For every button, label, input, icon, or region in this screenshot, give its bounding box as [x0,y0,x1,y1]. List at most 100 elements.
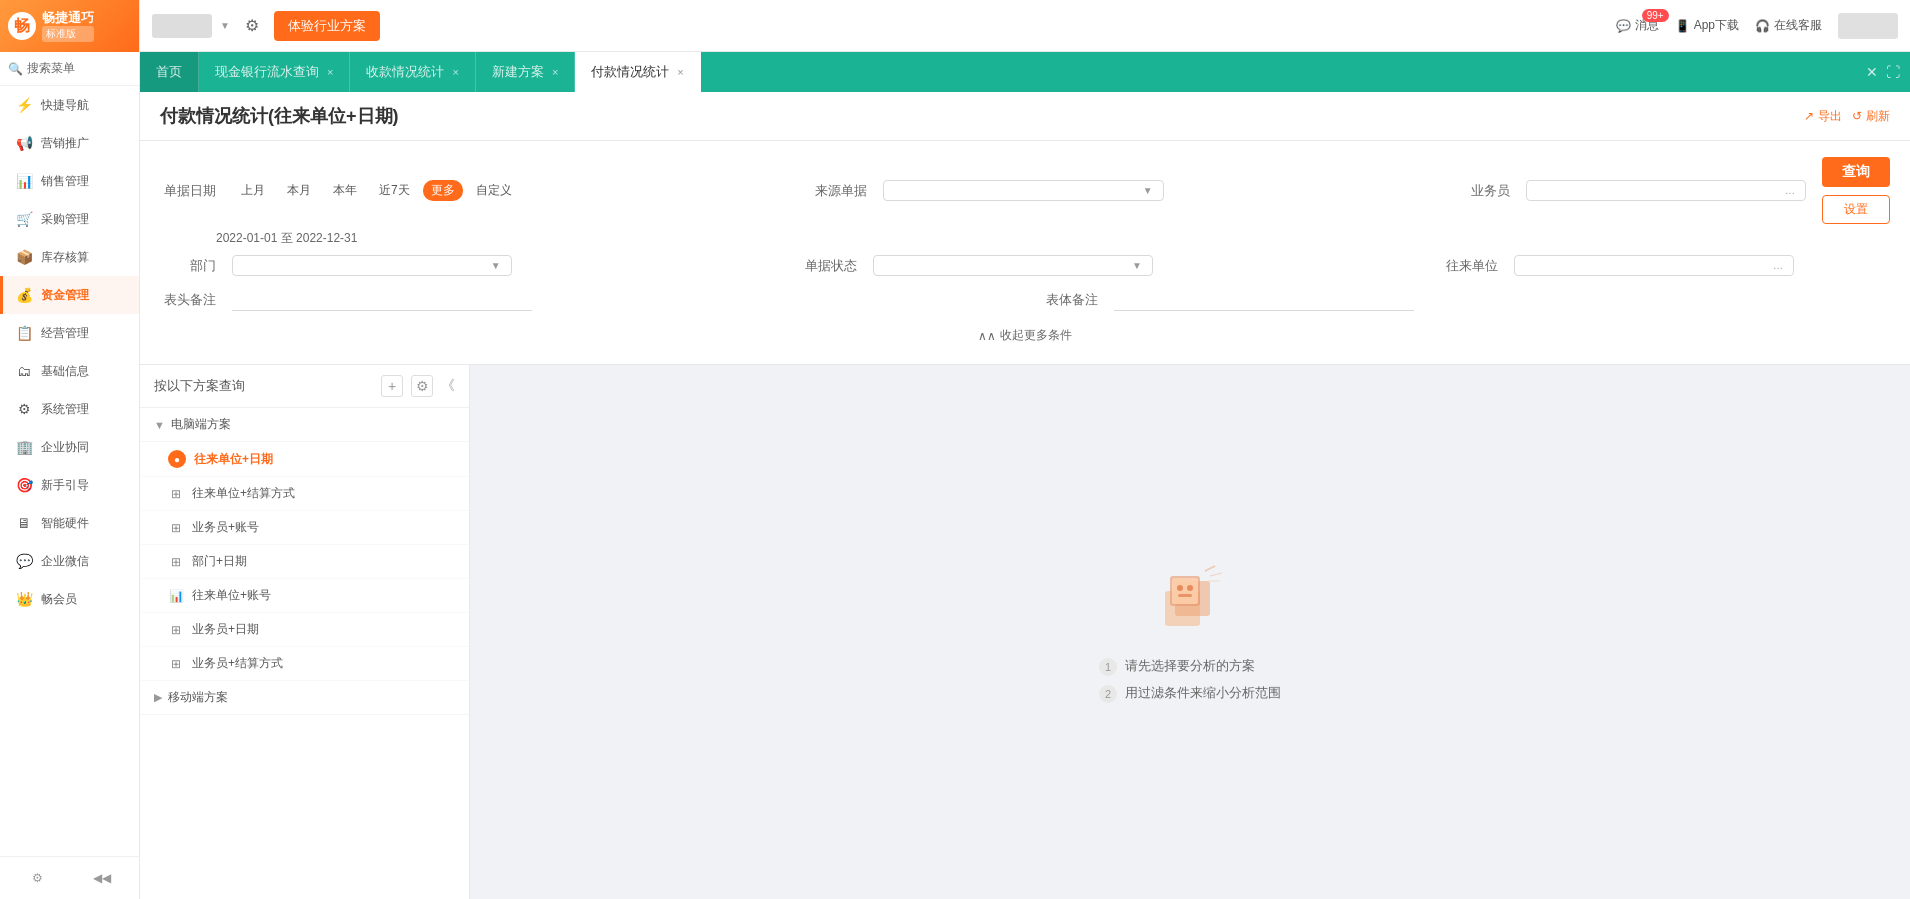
sidebar-nav: ⚡ 快捷导航 📢 营销推广 📊 销售管理 🛒 采购管理 📦 库存核算 💰 资金管… [0,86,139,856]
tabbar: 首页 现金银行流水查询 × 收款情况统计 × 新建方案 × 付款情况统计 × ✕… [140,52,1910,92]
sidebar-item-operations[interactable]: 📋 经营管理 [0,314,139,352]
date-btn-this-month[interactable]: 本月 [278,179,320,202]
filter-row-3: 表头备注 表体备注 [160,288,1890,311]
tab-close-all-icon[interactable]: ✕ [1866,64,1878,80]
service-icon: 🎧 [1755,19,1770,33]
user-avatar [152,14,212,38]
smart-hw-icon: 🖥 [15,514,33,532]
sidebar-item-label: 基础信息 [41,363,89,380]
scheme-item-salesperson-account[interactable]: ⊞ 业务员+账号 [140,511,469,545]
sidebar-item-smart-hw[interactable]: 🖥 智能硬件 [0,504,139,542]
export-btn[interactable]: ↗ 导出 [1804,108,1842,125]
topbar-gear-btn[interactable]: ⚙ [238,12,266,40]
sidebar-item-weixin[interactable]: 💬 企业微信 [0,542,139,580]
setting-btn[interactable]: 设置 [1822,195,1890,224]
query-area: 查询 设置 [1822,157,1890,224]
sidebar-item-basic-info[interactable]: 🗂 基础信息 [0,352,139,390]
panel-collapse-btn[interactable]: 《 [441,377,455,395]
date-btn-last-month[interactable]: 上月 [232,179,274,202]
sidebar-item-label: 智能硬件 [41,515,89,532]
salesperson-label: 业务员 [1454,182,1510,200]
mobile-scheme-group-title[interactable]: ▶ 移动端方案 [140,681,469,715]
sidebar-item-membership[interactable]: 👑 畅会员 [0,580,139,618]
svg-point-4 [1177,585,1183,591]
topbar-chevron-icon[interactable]: ▼ [220,20,230,31]
sidebar-item-enterprise[interactable]: 🏢 企业协同 [0,428,139,466]
sidebar-item-quick-nav[interactable]: ⚡ 快捷导航 [0,86,139,124]
date-btn-more[interactable]: 更多 [423,180,463,201]
tab-payment-stats-close[interactable]: × [677,66,683,78]
content-area: 付款情况统计(往来单位+日期) ↗ 导出 ↺ 刷新 单据日期 上月 本月 [140,92,1910,899]
sidebar-footer: ⚙ ◀◀ [0,856,139,899]
sidebar-collapse-btn[interactable]: ◀◀ [73,865,132,891]
settings-scheme-btn[interactable]: ⚙ [411,375,433,397]
counterparty-select[interactable]: … [1514,255,1794,276]
tab-home[interactable]: 首页 [140,52,199,92]
query-btn[interactable]: 查询 [1822,157,1890,187]
scheme-item-salesperson-date[interactable]: ⊞ 业务员+日期 [140,613,469,647]
tab-new-scheme-close[interactable]: × [552,66,558,78]
sidebar-item-inventory[interactable]: 📦 库存核算 [0,238,139,276]
page-header-actions: ↗ 导出 ↺ 刷新 [1804,108,1890,125]
body-note-input[interactable] [1114,288,1414,311]
header-note-input[interactable] [232,288,532,311]
table-scheme-icon: ⊞ [168,656,184,672]
refresh-icon: ↺ [1852,109,1862,123]
scheme-item-counterparty-account[interactable]: 📊 往来单位+账号 [140,579,469,613]
svg-line-8 [1210,573,1222,576]
scheme-item-salesperson-settlement[interactable]: ⊞ 业务员+结算方式 [140,647,469,681]
gear-icon: ⚙ [245,16,259,35]
scheme-item-counterparty-settlement[interactable]: ⊞ 往来单位+结算方式 [140,477,469,511]
online-service-btn[interactable]: 🎧 在线客服 [1755,17,1822,34]
sidebar-settings-btn[interactable]: ⚙ [8,865,67,891]
header-note-label: 表头备注 [160,291,216,309]
date-label: 单据日期 [160,182,216,200]
collapse-more-btn[interactable]: ∧∧ 收起更多条件 [968,323,1082,348]
sidebar-item-label: 营销推广 [41,135,89,152]
sidebar-item-finance[interactable]: 💰 资金管理 [0,276,139,314]
collapse-up-icon: ∧∧ [978,329,996,343]
salesperson-select[interactable]: … [1526,180,1806,201]
collapse-label: 收起更多条件 [1000,327,1072,344]
topbar: ▼ ⚙ 体验行业方案 💬 消息 99+ 📱 App下载 🎧 在线客服 [140,0,1910,52]
topbar-user-info[interactable] [1838,13,1898,39]
scheme-item-dept-date[interactable]: ⊞ 部门+日期 [140,545,469,579]
tab-receipt-stats-close[interactable]: × [452,66,458,78]
date-btn-this-year[interactable]: 本年 [324,179,366,202]
scheme-label: 部门+日期 [192,553,247,570]
tab-bank-flow[interactable]: 现金银行流水查询 × [199,52,350,92]
trial-btn[interactable]: 体验行业方案 [274,11,380,41]
tab-payment-stats[interactable]: 付款情况统计 × [575,52,700,92]
topbar-user [152,14,212,38]
tip-num-2: 2 [1099,685,1117,703]
filter-panel: 单据日期 上月 本月 本年 近7天 更多 自定义 来源单据 ▼ 业务员 [140,141,1910,365]
table-scheme-icon: ⊞ [168,622,184,638]
date-btn-7days[interactable]: 近7天 [370,179,419,202]
operations-icon: 📋 [15,324,33,342]
tab-bank-flow-close[interactable]: × [327,66,333,78]
source-doc-select[interactable]: ▼ [883,180,1163,201]
pc-scheme-group-title[interactable]: ▼ 电脑端方案 [140,408,469,442]
sidebar-item-label: 库存核算 [41,249,89,266]
sidebar-item-label: 企业协同 [41,439,89,456]
body-area: 按以下方案查询 + ⚙ 《 ▼ 电脑端方案 ● 往来单位+日期 [140,365,1910,899]
app-download-btn[interactable]: 📱 App下载 [1675,17,1739,34]
refresh-btn[interactable]: ↺ 刷新 [1852,108,1890,125]
sidebar-item-sales[interactable]: 📊 销售管理 [0,162,139,200]
tab-receipt-stats[interactable]: 收款情况统计 × [350,52,475,92]
search-menu-item[interactable]: 🔍 搜索菜单 [0,52,139,86]
sidebar-item-purchase[interactable]: 🛒 采购管理 [0,200,139,238]
tab-expand-icon[interactable]: ⛶ [1886,64,1900,80]
date-btn-custom[interactable]: 自定义 [467,179,521,202]
dept-select[interactable]: ▼ [232,255,512,276]
sidebar-item-sys-mgmt[interactable]: ⚙ 系统管理 [0,390,139,428]
sidebar-item-label: 快捷导航 [41,97,89,114]
empty-illustration: 1 请先选择要分析的方案 2 用过滤条件来缩小分析范围 [1099,561,1281,703]
tab-new-scheme[interactable]: 新建方案 × [476,52,575,92]
messages-btn[interactable]: 💬 消息 99+ [1616,17,1659,34]
sidebar-item-marketing[interactable]: 📢 营销推广 [0,124,139,162]
doc-status-select[interactable]: ▼ [873,255,1153,276]
add-scheme-btn[interactable]: + [381,375,403,397]
sidebar-item-guide[interactable]: 🎯 新手引导 [0,466,139,504]
scheme-item-counterparty-date[interactable]: ● 往来单位+日期 [140,442,469,477]
